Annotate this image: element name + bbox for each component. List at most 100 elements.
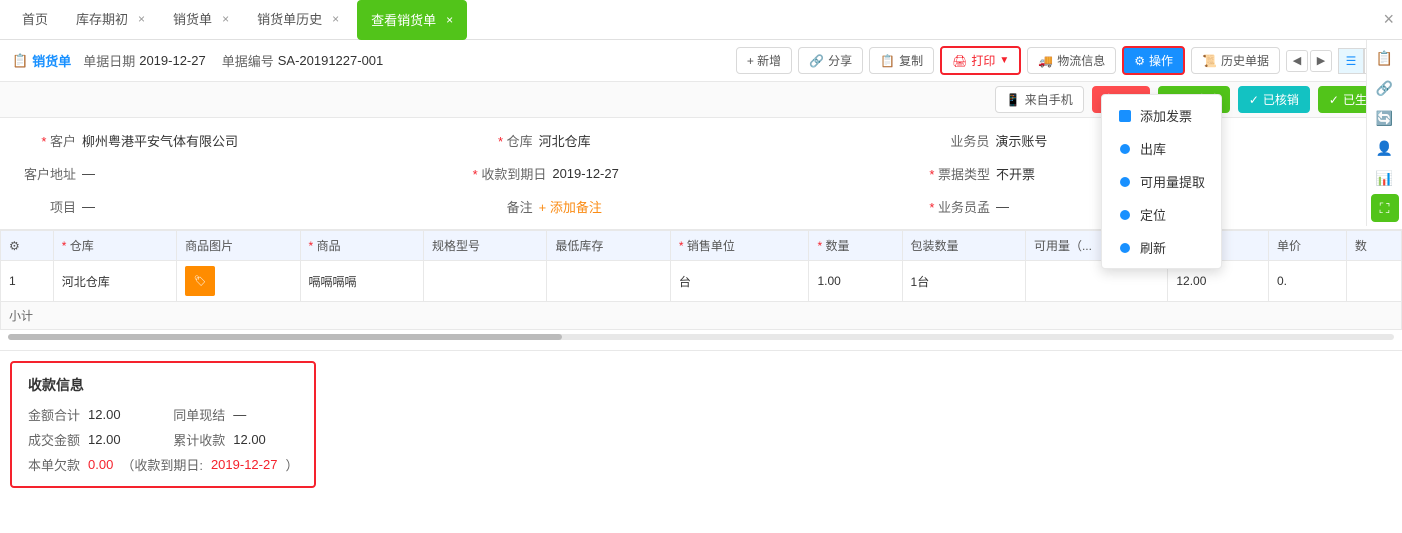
toolbar: 📋 销货单 单据日期 2019-12-27 单据编号 SA-20191227-0… [0, 40, 1402, 82]
amount-total-item: 金额合计 12.00 [28, 405, 153, 424]
tab-sales-history[interactable]: 销货单历史 × [243, 0, 353, 40]
same-order-value: — [233, 407, 246, 422]
payment-grid: 金额合计 12.00 同单现结 — 成交金额 12.00 累计收款 12.00 [28, 405, 298, 474]
operation-button[interactable]: ⚙ 操作 [1122, 46, 1185, 75]
sidebar-icon-5[interactable]: 📊 [1371, 164, 1399, 192]
window-close-btn[interactable]: × [1383, 9, 1394, 30]
doc-number-item: 单据编号 SA-20191227-001 [222, 51, 384, 70]
logistics-button[interactable]: 🚚 物流信息 [1027, 47, 1116, 74]
refresh-item[interactable]: 刷新 [1102, 231, 1221, 264]
sidebar-icon-1[interactable]: 📋 [1371, 44, 1399, 72]
locate-icon [1118, 208, 1132, 222]
payment-date-value: 2019-12-27 [552, 166, 619, 181]
cumulative-item: 累计收款 12.00 [173, 430, 298, 449]
tab-sales-order-label: 销货单 [173, 9, 212, 28]
address-row: 客户地址 — [16, 161, 473, 186]
due-date: 2019-12-27 [211, 457, 278, 472]
same-order-item: 同单现结 — [173, 405, 298, 424]
refresh-label: 刷新 [1140, 238, 1166, 257]
col-unit: 销售单位 [670, 231, 809, 261]
tab-home-label: 首页 [22, 9, 48, 28]
add-invoice-item[interactable]: 添加发票 [1102, 99, 1221, 132]
operation-icon: ⚙ [1134, 54, 1145, 68]
next-arrow[interactable]: ▶ [1310, 50, 1332, 72]
row-pack-qty: 1台 [902, 261, 1025, 302]
transaction-item: 成交金额 12.00 [28, 430, 153, 449]
doc-title-area: 📋 销货单 单据日期 2019-12-27 单据编号 SA-20191227-0… [12, 51, 728, 70]
share-icon: 🔗 [809, 54, 824, 68]
tab-view-sales[interactable]: 查看销货单 × [357, 0, 467, 40]
from-mobile-btn[interactable]: 📱 来自手机 [995, 86, 1084, 113]
sidebar-icon-3[interactable]: 🔄 [1371, 104, 1399, 132]
tab-sales-order[interactable]: 销货单 × [159, 0, 243, 40]
h-scrollbar-track[interactable] [8, 334, 1394, 340]
list-view-btn[interactable]: ☰ [1338, 48, 1364, 74]
project-row: 项目 — [16, 194, 473, 219]
row-amount [1346, 261, 1401, 302]
sidebar-icon-2[interactable]: 🔗 [1371, 74, 1399, 102]
logistics-icon: 🚚 [1038, 54, 1053, 68]
outbound-icon [1118, 142, 1132, 156]
doc-date-value: 2019-12-27 [139, 53, 206, 68]
col-spec: 规格型号 [423, 231, 546, 261]
history-icon: 📜 [1202, 54, 1217, 68]
address-label: 客户地址 [16, 164, 76, 183]
warehouse-value: 河北仓库 [539, 131, 591, 150]
h-scrollbar-thumb[interactable] [8, 334, 562, 340]
copy-icon: 📋 [880, 54, 895, 68]
tab-sales-history-label: 销货单历史 [257, 9, 322, 28]
sales-order-icon: 📋 [12, 53, 28, 69]
col-price: 单价 [1269, 231, 1347, 261]
copy-button[interactable]: 📋 复制 [869, 47, 934, 74]
customer-label: 客户 [16, 131, 76, 150]
available-qty-item[interactable]: 可用量提取 [1102, 165, 1221, 198]
refresh-icon [1118, 241, 1132, 255]
locate-item[interactable]: 定位 [1102, 198, 1221, 231]
sidebar-icon-4[interactable]: 👤 [1371, 134, 1399, 162]
due-label: 本单欠款 [28, 455, 80, 474]
subtotal-row: 小计 [1, 302, 1402, 330]
tab-inventory-init-close[interactable]: × [138, 12, 145, 26]
prev-arrow[interactable]: ◀ [1286, 50, 1308, 72]
doc-title: 销货单 [32, 51, 71, 70]
history-button[interactable]: 📜 历史单据 [1191, 47, 1280, 74]
col-settings[interactable]: ⚙ [1, 231, 54, 261]
amount-total-value: 12.00 [88, 407, 121, 422]
customer-value: 柳州粤港平安气体有限公司 [82, 131, 238, 150]
transaction-value: 12.00 [88, 432, 121, 447]
due-item: 本单欠款 0.00 （收款到期日: 2019-12-27 ） [28, 455, 298, 474]
due-value: 0.00 [88, 457, 113, 472]
address-value: — [82, 166, 95, 181]
right-sidebar: 📋 🔗 🔄 👤 📊 ⛶ [1366, 40, 1402, 226]
tab-sales-order-close[interactable]: × [222, 12, 229, 26]
print-button[interactable]: 🖨 打印 ▼ [940, 46, 1021, 75]
tab-view-sales-close[interactable]: × [446, 13, 453, 27]
scrollbar-area [0, 330, 1402, 344]
customer-row: 客户 柳州粤港平安气体有限公司 [16, 128, 473, 153]
bottom-section: 收款信息 金额合计 12.00 同单现结 — 成交金额 12.00 [0, 350, 1402, 498]
sidebar-icon-expand[interactable]: ⛶ [1371, 194, 1399, 222]
subtotal-label: 小计 [1, 302, 1402, 330]
col-min-stock: 最低库存 [547, 231, 670, 261]
outbound-item[interactable]: 出库 [1102, 132, 1221, 165]
same-order-label: 同单现结 [173, 405, 225, 424]
row-min-stock [547, 261, 670, 302]
share-button[interactable]: 🔗 分享 [798, 47, 863, 74]
row-warehouse: 河北仓库 [53, 261, 176, 302]
doc-icon: 📋 销货单 [12, 51, 71, 70]
col-img: 商品图片 [177, 231, 300, 261]
remark-add-btn[interactable]: + 添加备注 [539, 197, 602, 216]
tab-sales-history-close[interactable]: × [332, 12, 339, 26]
tab-home[interactable]: 首页 [8, 0, 62, 40]
staff-label: 业务员 [929, 131, 989, 150]
due-note-end: ） [285, 455, 298, 474]
doc-number-label: 单据编号 [222, 51, 274, 70]
cumulative-label: 累计收款 [173, 430, 225, 449]
voided-btn[interactable]: ✓ 已核销 [1238, 86, 1310, 113]
payment-date-row: 收款到期日 2019-12-27 [473, 161, 930, 186]
available-qty-icon [1118, 175, 1132, 189]
doc-date-label: 单据日期 [83, 51, 135, 70]
new-button[interactable]: + 新增 [736, 47, 792, 74]
ticket-type-value: 不开票 [996, 164, 1035, 183]
tab-inventory-init[interactable]: 库存期初 × [62, 0, 159, 40]
